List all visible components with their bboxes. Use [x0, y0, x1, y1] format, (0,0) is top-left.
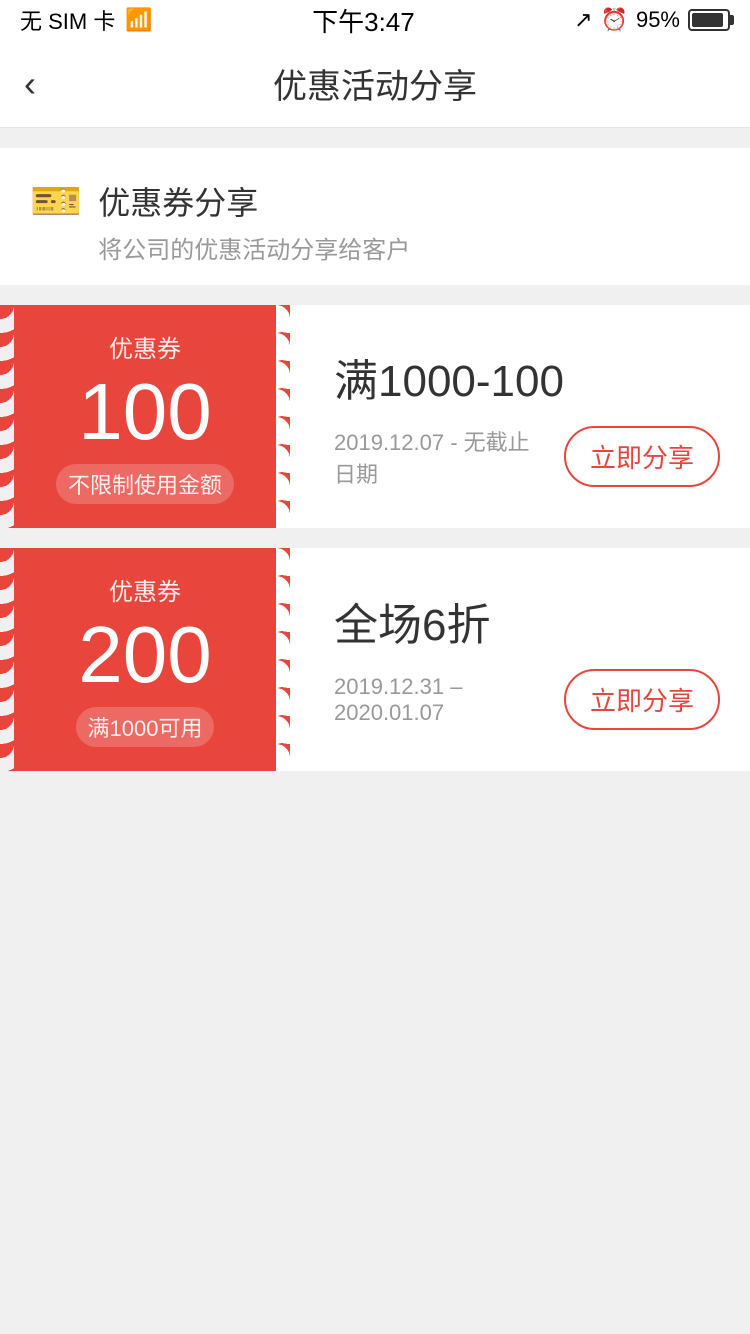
battery-icon	[688, 9, 730, 31]
page-title: 优惠活动分享	[273, 59, 477, 108]
coupon-condition: 满1000可用	[76, 707, 215, 747]
battery-fill	[692, 13, 723, 27]
wifi-icon: 📶	[125, 7, 152, 33]
coupon-value: 200	[78, 615, 211, 695]
coupon-value: 100	[78, 372, 211, 452]
section-text: 优惠券分享 将公司的优惠活动分享给客户	[98, 178, 410, 265]
status-time: 下午3:47	[312, 2, 415, 39]
coupon-card: 优惠券 100 不限制使用金额 满1000-100 2019.12.07 - 无…	[0, 305, 750, 528]
location-icon: ↗	[574, 7, 592, 33]
coupon-date: 2019.12.07 - 无截止日期	[334, 425, 548, 489]
coupon-name: 全场6折	[334, 589, 720, 653]
alarm-icon: ⏰	[601, 7, 628, 33]
coupon-meta: 2019.12.31 – 2020.01.07 立即分享	[334, 669, 720, 730]
coupon-name: 满1000-100	[334, 345, 720, 409]
status-left: 无 SIM 卡 📶	[20, 4, 153, 36]
carrier-text: 无 SIM 卡	[20, 4, 115, 36]
coupon-left-panel: 优惠券 200 满1000可用	[0, 548, 290, 771]
coupon-right-panel: 全场6折 2019.12.31 – 2020.01.07 立即分享	[290, 548, 750, 771]
share-button[interactable]: 立即分享	[564, 669, 720, 730]
coupon-right-panel: 满1000-100 2019.12.07 - 无截止日期 立即分享	[290, 305, 750, 528]
battery-percent: 95%	[636, 7, 680, 33]
nav-bar: ‹ 优惠活动分享	[0, 40, 750, 128]
coupon-left-panel: 优惠券 100 不限制使用金额	[0, 305, 290, 528]
coupon-label: 优惠券	[109, 329, 181, 364]
section-header: 🎫 优惠券分享 将公司的优惠活动分享给客户	[0, 148, 750, 285]
coupon-section-icon: 🎫	[30, 180, 82, 222]
bottom-area	[0, 791, 750, 1291]
section-subtitle: 将公司的优惠活动分享给客户	[98, 230, 410, 265]
status-right: ↗ ⏰ 95%	[574, 7, 730, 33]
section-title: 优惠券分享	[98, 178, 410, 224]
coupon-list: 优惠券 100 不限制使用金额 满1000-100 2019.12.07 - 无…	[0, 305, 750, 791]
share-button[interactable]: 立即分享	[564, 426, 720, 487]
coupon-card: 优惠券 200 满1000可用 全场6折 2019.12.31 – 2020.0…	[0, 548, 750, 771]
back-button[interactable]: ‹	[24, 63, 36, 105]
coupon-meta: 2019.12.07 - 无截止日期 立即分享	[334, 425, 720, 489]
coupon-condition: 不限制使用金额	[56, 464, 234, 504]
coupon-date: 2019.12.31 – 2020.01.07	[334, 674, 548, 726]
coupon-label: 优惠券	[109, 572, 181, 607]
status-bar: 无 SIM 卡 📶 下午3:47 ↗ ⏰ 95%	[0, 0, 750, 40]
